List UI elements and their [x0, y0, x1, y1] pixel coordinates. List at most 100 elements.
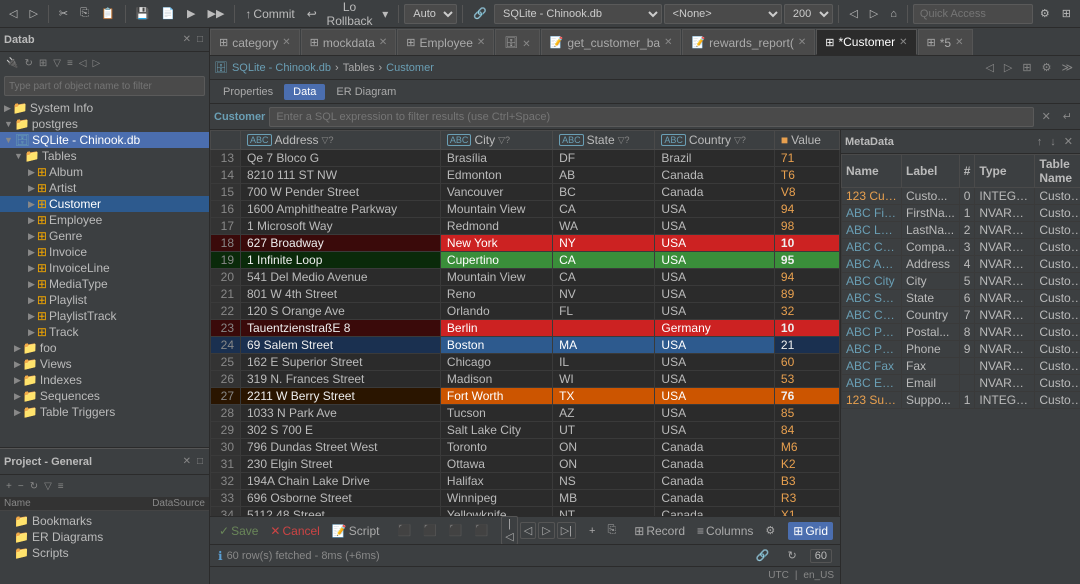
cell-state[interactable]: WI	[553, 371, 655, 388]
sqlite-bar-filter-btn[interactable]: ⊞	[1019, 60, 1034, 75]
meta-row[interactable]: ABC Phone Phone 9 NVARCHAR Customer 2,14…	[842, 341, 1080, 358]
cell-city[interactable]: Madison	[440, 371, 552, 388]
table-row[interactable]: 30 796 Dundas Street West Toronto ON Can…	[211, 439, 840, 456]
tab-get-customer-ba[interactable]: 📝 get_customer_ba ✕	[541, 29, 682, 55]
filter-apply-btn[interactable]: ↵	[1059, 108, 1076, 125]
address-filter-icon[interactable]: ▽?	[322, 135, 334, 146]
db-prev-btn[interactable]: ◁	[77, 57, 89, 70]
cell-address[interactable]: TauentzienstraßE 8	[241, 320, 441, 337]
limit-selector[interactable]: 200	[784, 4, 833, 24]
cell-country[interactable]: USA	[655, 303, 775, 320]
cell-value[interactable]: 85	[774, 405, 839, 422]
nav-prev-btn[interactable]: ◁	[520, 522, 536, 539]
cell-state[interactable]: FL	[553, 303, 655, 320]
cell-address[interactable]: 8210 111 ST NW	[241, 167, 441, 184]
table-row[interactable]: 23 TauentzienstraßE 8 Berlin Germany 10	[211, 320, 840, 337]
tree-item-track[interactable]: ▶⊞Track	[0, 324, 209, 340]
cell-country[interactable]: Canada	[655, 507, 775, 517]
cell-address[interactable]: 2211 W Berry Street	[241, 388, 441, 405]
cell-value[interactable]: B3	[774, 473, 839, 490]
sqlite-bar-more-btn[interactable]: ≫	[1058, 60, 1076, 75]
tree-item-sqlite---chinook.db[interactable]: ▼🗄SQLite - Chinook.db	[0, 132, 209, 148]
cell-country[interactable]: Canada	[655, 490, 775, 507]
cell-address[interactable]: 162 E Superior Street	[241, 354, 441, 371]
state-filter-icon[interactable]: ▽?	[618, 135, 630, 146]
tab-5[interactable]: ⊞ *5 ✕	[918, 29, 973, 55]
cell-state[interactable]: NT	[553, 507, 655, 517]
tab-sqlite-chino[interactable]: 🗄 ✕	[495, 29, 539, 55]
quick-access-input[interactable]	[913, 4, 1033, 24]
cell-value[interactable]: K2	[774, 456, 839, 473]
meta-row[interactable]: ABC Post... Postal... 8 NVARCHAR Custome…	[842, 324, 1080, 341]
db-panel-close-btn[interactable]: ✕	[181, 33, 193, 46]
tree-item-system-info[interactable]: ▶📁System Info	[0, 100, 209, 116]
status-link-btn[interactable]: 🔗	[751, 547, 775, 564]
col-header-address[interactable]: ABC Address ▽?	[241, 131, 441, 150]
tab-close-5[interactable]: ✕	[955, 37, 963, 48]
cell-state[interactable]: ON	[553, 456, 655, 473]
cell-country[interactable]: USA	[655, 371, 775, 388]
data-table-container[interactable]: ABC Address ▽? ABC City ▽?	[210, 130, 840, 516]
cell-state[interactable]: NS	[553, 473, 655, 490]
cell-address[interactable]: 319 N. Frances Street	[241, 371, 441, 388]
project-panel-expand-btn[interactable]: □	[195, 455, 205, 468]
cell-value[interactable]: X1	[774, 507, 839, 517]
tree-item-playlist[interactable]: ▶⊞Playlist	[0, 292, 209, 308]
cell-state[interactable]: AZ	[553, 405, 655, 422]
cell-value[interactable]: 10	[774, 320, 839, 337]
add-row-btn[interactable]: +	[584, 523, 600, 539]
meta-panel-close-btn[interactable]: ✕	[1061, 134, 1076, 149]
col-header-country[interactable]: ABC Country ▽?	[655, 131, 775, 150]
cell-country[interactable]: Canada	[655, 439, 775, 456]
table-row[interactable]: 18 627 Broadway New York NY USA 10	[211, 235, 840, 252]
cell-value[interactable]: 84	[774, 422, 839, 439]
cell-city[interactable]: Yellowknife	[440, 507, 552, 517]
cell-city[interactable]: Edmonton	[440, 167, 552, 184]
schema-selector[interactable]: <None>	[664, 4, 782, 24]
cell-state[interactable]: WA	[553, 218, 655, 235]
rollback-button[interactable]: ↩ Lo Rollback ▾	[302, 0, 394, 31]
script-button[interactable]: 📝 Script	[327, 522, 385, 540]
filter-table-label[interactable]: Customer	[214, 111, 265, 123]
sqlite-bar-settings-btn[interactable]: ⚙	[1039, 60, 1055, 75]
cell-state[interactable]: MB	[553, 490, 655, 507]
cut-button[interactable]: ✂	[54, 4, 73, 23]
tree-item-sequences[interactable]: ▶📁Sequences	[0, 388, 209, 404]
cell-country[interactable]: USA	[655, 422, 775, 439]
cell-state[interactable]: CA	[553, 252, 655, 269]
table-row[interactable]: 20 541 Del Medio Avenue Mountain View CA…	[211, 269, 840, 286]
cell-value[interactable]: 32	[774, 303, 839, 320]
run-button[interactable]: ▶▶	[203, 4, 230, 23]
cell-city[interactable]: Berlin	[440, 320, 552, 337]
cell-value[interactable]: 98	[774, 218, 839, 235]
table-row[interactable]: 19 1 Infinite Loop Cupertino CA USA 95	[211, 252, 840, 269]
columns-button[interactable]: ≡ Columns	[692, 522, 758, 540]
cell-city[interactable]: Tucson	[440, 405, 552, 422]
copy-button[interactable]: ⎘	[75, 4, 94, 23]
sqlite-bar-forward-btn[interactable]: ▷	[1001, 60, 1015, 75]
tree-item-table-triggers[interactable]: ▶📁Table Triggers	[0, 404, 209, 420]
cell-city[interactable]: Winnipeg	[440, 490, 552, 507]
project-item-er-diagrams[interactable]: 📁ER Diagrams	[0, 529, 209, 545]
meta-row[interactable]: ABC Cou... Country 7 NVARCHAR Customer 2…	[842, 307, 1080, 324]
tab-close-category[interactable]: ✕	[282, 37, 290, 48]
tree-item-genre[interactable]: ▶⊞Genre	[0, 228, 209, 244]
cell-address[interactable]: 627 Broadway	[241, 235, 441, 252]
meta-row[interactable]: ABC Email Email NVARCHAR Customer 2,147,…	[842, 375, 1080, 392]
cell-city[interactable]: Mountain View	[440, 201, 552, 218]
db-selector[interactable]: SQLite - Chinook.db	[494, 4, 662, 24]
save-all-button[interactable]: 💾	[131, 4, 155, 23]
tab-close-mockdata[interactable]: ✕	[379, 37, 387, 48]
cell-country[interactable]: USA	[655, 337, 775, 354]
nav-first-btn[interactable]: |◁	[501, 516, 517, 545]
redo-button[interactable]: ▷	[24, 4, 42, 23]
tab-customer[interactable]: ⊞ *Customer ✕	[816, 29, 916, 55]
country-filter-icon[interactable]: ▽?	[734, 135, 746, 146]
cell-city[interactable]: Chicago	[440, 354, 552, 371]
table-row[interactable]: 29 302 S 700 E Salt Lake City UT USA 84	[211, 422, 840, 439]
cell-city[interactable]: Ottawa	[440, 456, 552, 473]
cell-value[interactable]: 60	[774, 354, 839, 371]
tab-close-customer[interactable]: ✕	[899, 37, 907, 48]
forward-button[interactable]: ▷	[865, 4, 883, 23]
table-row[interactable]: 17 1 Microsoft Way Redmond WA USA 98	[211, 218, 840, 235]
